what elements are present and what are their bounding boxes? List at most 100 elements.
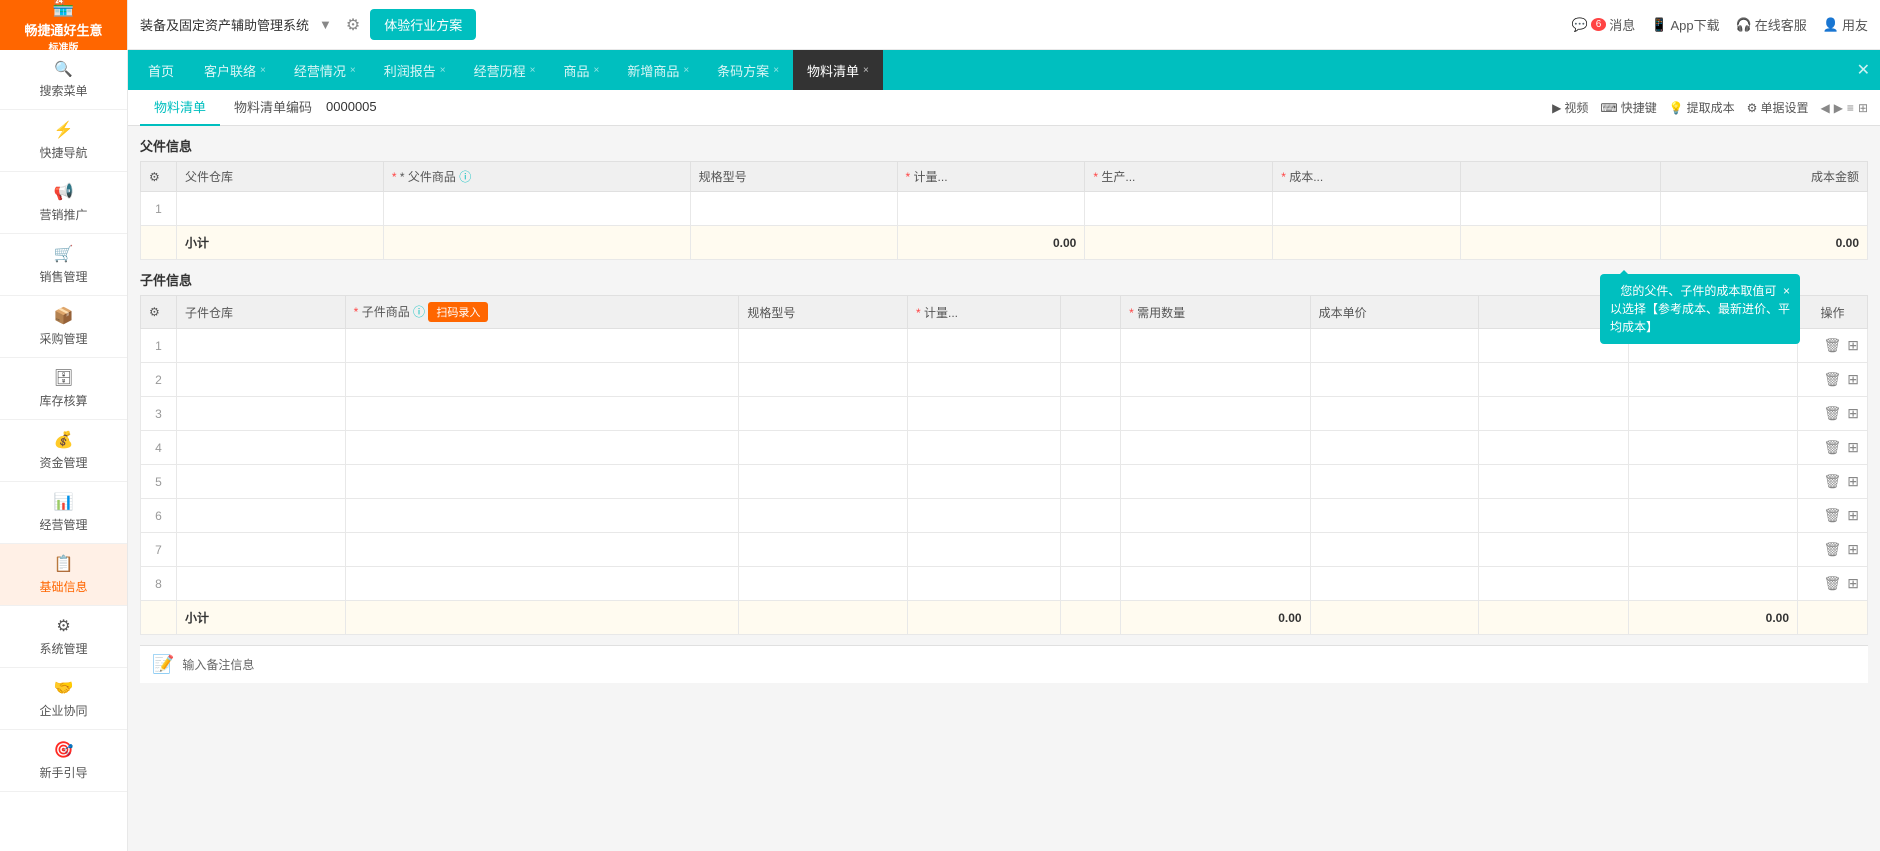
child-row-4-unit[interactable] [908, 431, 1061, 465]
delete-icon-2[interactable]: 🗑 [1823, 371, 1841, 388]
message-item[interactable]: 💬 6 消息 [1572, 15, 1636, 34]
sidebar-item-quick-nav[interactable]: ⚡ 快捷导航 [0, 110, 127, 172]
child-row-4-spec[interactable] [739, 431, 908, 465]
child-row-1-unit-cost[interactable] [1310, 329, 1479, 363]
child-row-4-unit-cost[interactable] [1310, 431, 1479, 465]
tab-bom[interactable]: 物料清单 × [793, 50, 883, 90]
sidebar-item-purchase[interactable]: 📦 采购管理 [0, 296, 127, 358]
topbar-settings-icon[interactable]: ⚙ [346, 15, 360, 35]
parent-row-1-production[interactable] [1085, 192, 1273, 226]
child-row-1-quantity[interactable] [1121, 329, 1310, 363]
layout-icon[interactable]: ≡ [1847, 101, 1854, 115]
sidebar-item-cooperation[interactable]: 🤝 企业协同 [0, 668, 127, 730]
child-row-2-product[interactable] [345, 363, 739, 397]
child-row-8-quantity[interactable] [1121, 567, 1310, 601]
child-row-1-unit[interactable] [908, 329, 1061, 363]
child-row-5-unit[interactable] [908, 465, 1061, 499]
tab-customer-close[interactable]: × [260, 65, 266, 76]
copy-icon-2[interactable]: ⊞ [1847, 371, 1859, 388]
child-row-7-unit-cost[interactable] [1310, 533, 1479, 567]
action-shortcut[interactable]: ⌨ 快捷键 [1600, 99, 1656, 116]
child-row-2-warehouse[interactable] [177, 363, 346, 397]
sidebar-item-sales[interactable]: 🛒 销售管理 [0, 234, 127, 296]
delete-icon-3[interactable]: 🗑 [1823, 405, 1841, 422]
tab-bom-close[interactable]: × [863, 65, 869, 76]
sidebar-item-marketing[interactable]: 📢 营销推广 [0, 172, 127, 234]
child-row-3-unit-cost[interactable] [1310, 397, 1479, 431]
child-row-5-product[interactable] [345, 465, 739, 499]
child-row-5-spec[interactable] [739, 465, 908, 499]
copy-icon-4[interactable]: ⊞ [1847, 439, 1859, 456]
delete-icon-7[interactable]: 🗑 [1823, 541, 1841, 558]
tab-profit-report[interactable]: 利润报告 × [370, 50, 460, 90]
sidebar-item-inventory[interactable]: 🗄 库存核算 [0, 358, 127, 420]
copy-icon-7[interactable]: ⊞ [1847, 541, 1859, 558]
child-row-4-quantity[interactable] [1121, 431, 1310, 465]
tab-profit-report-close[interactable]: × [440, 65, 446, 76]
child-row-2-unit-cost[interactable] [1310, 363, 1479, 397]
child-row-3-spec[interactable] [739, 397, 908, 431]
delete-icon-1[interactable]: 🗑 [1823, 337, 1841, 354]
child-row-7-unit[interactable] [908, 533, 1061, 567]
tab-customer[interactable]: 客户联络 × [190, 50, 280, 90]
child-row-1-warehouse[interactable] [177, 329, 346, 363]
parent-row-1-unit[interactable] [897, 192, 1085, 226]
parent-row-1-cost[interactable] [1273, 192, 1461, 226]
child-row-6-warehouse[interactable] [177, 499, 346, 533]
sidebar-item-system[interactable]: ⚙ 系统管理 [0, 606, 127, 668]
tab-operation-status-close[interactable]: × [350, 65, 356, 76]
copy-icon-6[interactable]: ⊞ [1847, 507, 1859, 524]
child-row-7-warehouse[interactable] [177, 533, 346, 567]
parent-row-1-product[interactable] [383, 192, 690, 226]
action-cost[interactable]: 💡 提取成本 [1669, 99, 1735, 116]
tooltip-close-btn[interactable]: × [1783, 282, 1790, 300]
sidebar-item-operation[interactable]: 📊 经营管理 [0, 482, 127, 544]
child-row-3-quantity[interactable] [1121, 397, 1310, 431]
tab-operation-history-close[interactable]: × [530, 65, 536, 76]
online-service-item[interactable]: 🎧 在线客服 [1736, 15, 1807, 34]
delete-icon-8[interactable]: 🗑 [1823, 575, 1841, 592]
topbar-dropdown-icon[interactable]: ▼ [319, 17, 332, 32]
child-row-2-unit[interactable] [908, 363, 1061, 397]
action-video[interactable]: ▶ 视频 [1552, 99, 1588, 116]
tab-product[interactable]: 商品 × [549, 50, 613, 90]
next-arrow[interactable]: ▶ [1834, 101, 1843, 115]
child-row-8-product[interactable] [345, 567, 739, 601]
sidebar-item-search[interactable]: 🔍 搜索菜单 [0, 50, 127, 110]
child-row-8-warehouse[interactable] [177, 567, 346, 601]
child-row-3-product[interactable] [345, 397, 739, 431]
close-all-tabs[interactable]: ✕ [1851, 60, 1876, 80]
child-row-7-spec[interactable] [739, 533, 908, 567]
copy-icon-8[interactable]: ⊞ [1847, 575, 1859, 592]
parent-row-1-spec[interactable] [690, 192, 897, 226]
tab-product-close[interactable]: × [593, 65, 599, 76]
tab-home[interactable]: 首页 [132, 50, 190, 90]
tab-barcode[interactable]: 条码方案 × [703, 50, 793, 90]
tab-new-product-close[interactable]: × [683, 65, 689, 76]
tab-barcode-close[interactable]: × [773, 65, 779, 76]
child-row-5-unit-cost[interactable] [1310, 465, 1479, 499]
sub-tab-bom-list[interactable]: 物料清单 [140, 90, 220, 126]
child-row-3-unit[interactable] [908, 397, 1061, 431]
copy-icon-3[interactable]: ⊞ [1847, 405, 1859, 422]
app-download-item[interactable]: 📱 App下载 [1651, 15, 1719, 34]
delete-icon-4[interactable]: 🗑 [1823, 439, 1841, 456]
child-row-6-product[interactable] [345, 499, 739, 533]
child-row-7-product[interactable] [345, 533, 739, 567]
child-row-2-spec[interactable] [739, 363, 908, 397]
child-row-5-quantity[interactable] [1121, 465, 1310, 499]
child-row-4-product[interactable] [345, 431, 739, 465]
sub-tab-bom-code[interactable]: 物料清单编码 0000005 [220, 90, 391, 126]
copy-icon-5[interactable]: ⊞ [1847, 473, 1859, 490]
child-row-7-quantity[interactable] [1121, 533, 1310, 567]
child-row-6-quantity[interactable] [1121, 499, 1310, 533]
sidebar-item-guide[interactable]: 🎯 新手引导 [0, 730, 127, 792]
child-row-6-unit[interactable] [908, 499, 1061, 533]
prev-arrow[interactable]: ◀ [1820, 101, 1829, 115]
parent-row-1-warehouse[interactable] [177, 192, 384, 226]
action-single-settings[interactable]: ⚙ 单据设置 [1747, 99, 1809, 116]
sidebar-item-finance[interactable]: 💰 资金管理 [0, 420, 127, 482]
tab-new-product[interactable]: 新增商品 × [613, 50, 703, 90]
child-row-8-unit-cost[interactable] [1310, 567, 1479, 601]
user-item[interactable]: 👤 用友 [1823, 15, 1868, 34]
